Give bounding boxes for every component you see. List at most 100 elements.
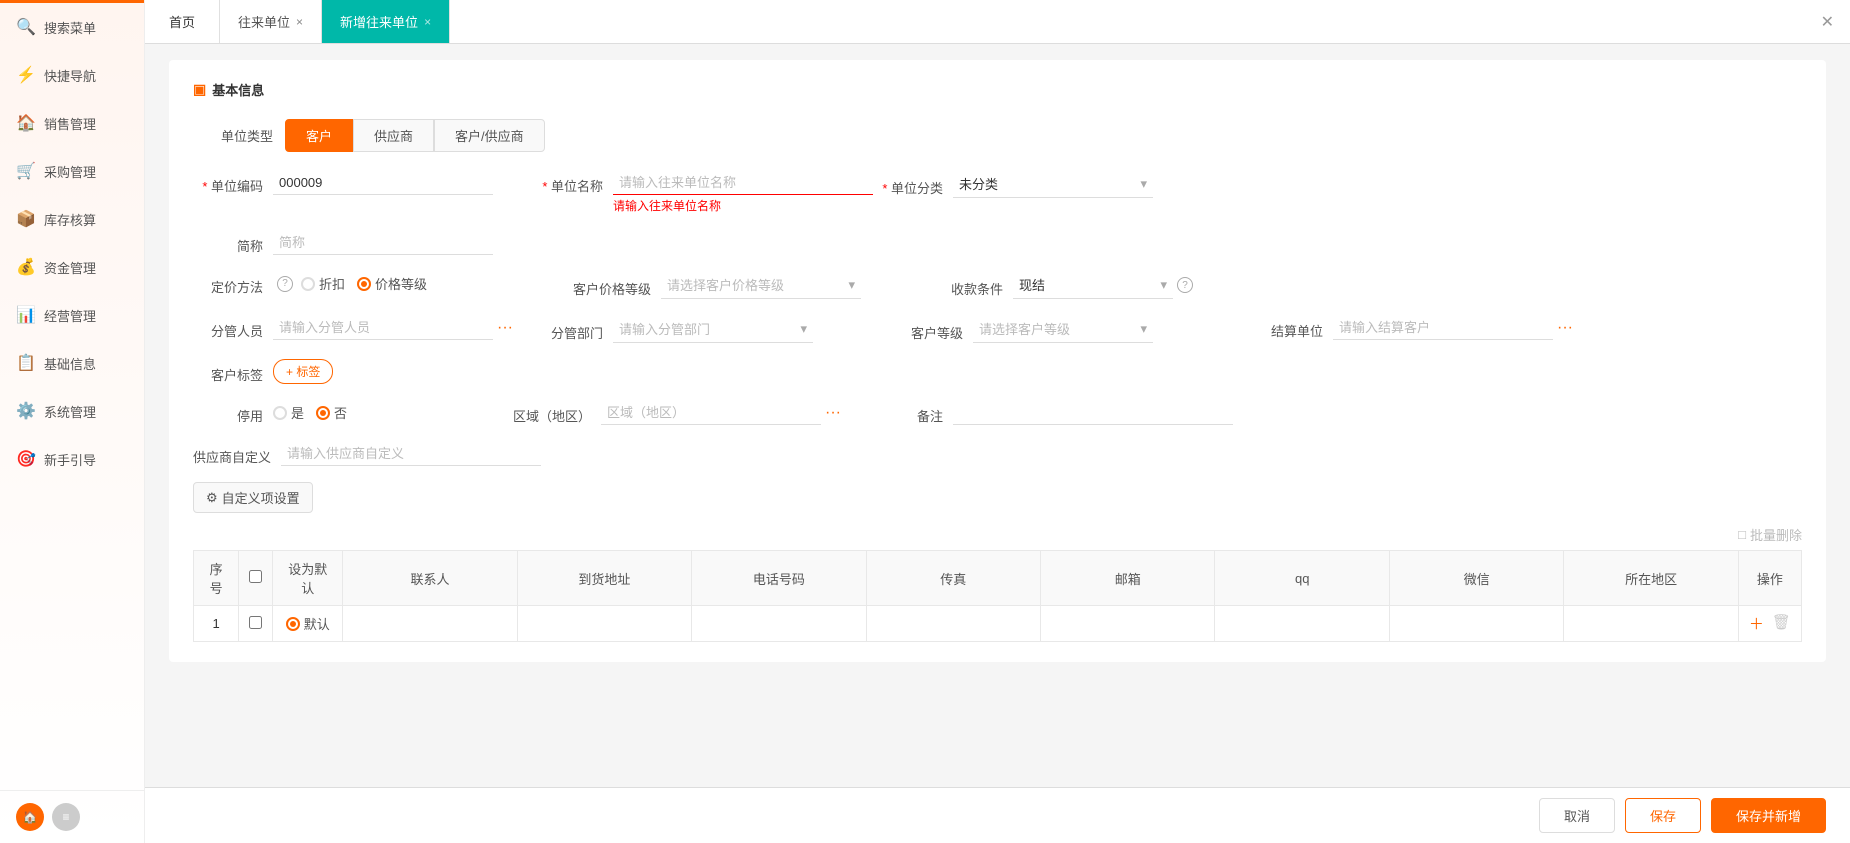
th-action: 操作 [1738,551,1801,606]
customer-level-select[interactable]: 请选择客户等级 ▾ [973,315,1153,343]
manager-more-btn[interactable]: ··· [497,320,513,336]
region-more-btn[interactable]: ··· [825,405,841,421]
tab-add-unit-close[interactable]: × [424,15,431,29]
cell-fax[interactable] [866,606,1040,642]
payment-arrow: ▾ [1160,277,1167,293]
field-customer-level: 客户等级 请选择客户等级 ▾ [893,315,1253,343]
save-add-button[interactable]: 保存并新增 [1711,798,1826,833]
wechat-input[interactable] [1400,616,1553,631]
payment-label: 收款条件 [933,273,1003,298]
cell-qq[interactable] [1215,606,1390,642]
unit-code-input[interactable] [273,171,493,195]
region-input[interactable] [601,401,821,425]
price-level-select[interactable]: 请选择客户价格等级 ▾ [661,271,861,299]
unit-type-both-btn[interactable]: 客户/供应商 [434,119,545,152]
radio-level[interactable]: 价格等级 [357,274,427,293]
pricing-help-icon[interactable]: ? [277,276,293,292]
sidebar: 🔍 搜索菜单 ⚡ 快捷导航 🏠 销售管理 🛒 采购管理 📦 库存核算 💰 资金管… [0,0,145,843]
default-radio[interactable]: 默认 [283,614,332,633]
window-close-btn[interactable]: ✕ [1821,14,1834,31]
field-price-level: 客户价格等级 请选择客户价格等级 ▾ [573,271,933,299]
sidebar-bottom: 🏠 ≡ [0,790,144,843]
dept-select[interactable]: 请输入分管部门 ▾ [613,315,813,343]
field-disable: 停用 是 否 [193,400,513,425]
payment-help-icon[interactable]: ? [1177,277,1193,293]
unit-type-supplier-btn[interactable]: 供应商 [353,119,434,152]
contact-input[interactable] [353,616,506,631]
email-input[interactable] [1051,616,1204,631]
sidebar-item-search[interactable]: 🔍 搜索菜单 [0,3,144,51]
supplier-custom-input[interactable] [281,442,541,466]
settlement-more-btn[interactable]: ··· [1557,320,1573,336]
th-seq: 序号 [194,551,239,606]
custom-settings-button[interactable]: ⚙ 自定义项设置 [193,482,313,513]
unit-type-row: 单位类型 客户 供应商 客户/供应商 [193,119,1802,152]
radio-disable-no[interactable]: 否 [316,403,347,422]
field-pricing-method: 定价方法 ? 折扣 价格等级 [193,271,573,296]
row-checkbox[interactable] [249,616,262,629]
th-address: 到货地址 [517,551,691,606]
sidebar-item-finance[interactable]: 💰 资金管理 [0,243,144,291]
unit-category-arrow: ▾ [1140,176,1147,192]
field-settlement: 结算单位 ··· [1253,315,1593,340]
row-abbreviation: 简称 [193,230,1802,255]
select-all-checkbox[interactable] [249,570,262,583]
settlement-input[interactable] [1333,316,1553,340]
address-input[interactable] [528,616,681,631]
unit-name-error-msg: 请输入往来单位名称 [613,197,721,214]
payment-select[interactable]: 现结 ▾ [1013,271,1173,299]
region-label: 区域（地区） [513,400,591,425]
pricing-label: 定价方法 [193,271,263,296]
row-delete-btn[interactable]: 🗑 [1772,613,1791,634]
cell-location[interactable] [1564,606,1738,642]
sidebar-item-purchase[interactable]: 🛒 采购管理 [0,147,144,195]
cell-wechat[interactable] [1390,606,1564,642]
cell-address[interactable] [517,606,691,642]
unit-category-select[interactable]: 未分类 ▾ [953,170,1153,198]
cell-contact[interactable] [343,606,517,642]
sidebar-item-newguide[interactable]: 🎯 新手引导 [0,435,144,483]
location-input[interactable] [1574,616,1727,631]
basic-info-card: ▣ 基本信息 单位类型 客户 供应商 客户/供应商 单位编码 单位名称 [169,60,1826,662]
field-unit-name: 单位名称 请输入往来单位名称 [533,170,873,214]
save-button[interactable]: 保存 [1625,798,1701,833]
cancel-button[interactable]: 取消 [1539,798,1615,833]
cell-phone[interactable] [692,606,866,642]
unit-type-customer-btn[interactable]: 客户 [285,119,353,152]
sidebar-item-sales[interactable]: 🏠 销售管理 [0,99,144,147]
abbreviation-input[interactable] [273,231,493,255]
tab-unit-list-close[interactable]: × [296,15,303,29]
sidebar-item-system[interactable]: ⚙️ 系统管理 [0,387,144,435]
fax-input[interactable] [877,616,1030,631]
add-tag-button[interactable]: + 标签 [273,359,333,384]
phone-input[interactable] [702,616,855,631]
qq-input[interactable] [1225,616,1379,631]
row-add-btn[interactable]: ＋ [1749,613,1764,634]
field-note: 备注 [873,400,1273,425]
note-input[interactable] [953,401,1233,425]
sidebar-item-basic[interactable]: 📋 基础信息 [0,339,144,387]
unit-name-input[interactable] [613,171,873,195]
disable-label: 停用 [193,400,263,425]
sales-icon: 🏠 [16,113,36,133]
manager-input[interactable] [273,316,493,340]
row-unit-info: 单位编码 单位名称 请输入往来单位名称 单位分类 未分类 [193,170,1802,214]
tab-unit-list[interactable]: 往来单位 × [220,0,322,43]
customer-level-arrow: ▾ [1140,321,1147,337]
radio-no-circle [316,406,330,420]
sidebar-home-btn[interactable]: 🏠 [16,803,44,831]
default-radio-circle [286,617,300,631]
tab-add-unit[interactable]: 新增往来单位 × [322,0,450,43]
sidebar-item-operations[interactable]: 📊 经营管理 [0,291,144,339]
tab-home[interactable]: 首页 [145,0,220,43]
settlement-label: 结算单位 [1253,315,1323,340]
radio-disable-yes[interactable]: 是 [273,403,304,422]
row-customer-tag: 客户标签 + 标签 [193,359,1802,384]
batch-delete-area[interactable]: □ 批量删除 [193,525,1802,544]
sidebar-expand-btn[interactable]: ≡ [52,803,80,831]
radio-discount[interactable]: 折扣 [301,274,345,293]
cell-email[interactable] [1040,606,1214,642]
sidebar-item-inventory[interactable]: 📦 库存核算 [0,195,144,243]
sidebar-item-quicknav[interactable]: ⚡ 快捷导航 [0,51,144,99]
th-phone: 电话号码 [692,551,866,606]
